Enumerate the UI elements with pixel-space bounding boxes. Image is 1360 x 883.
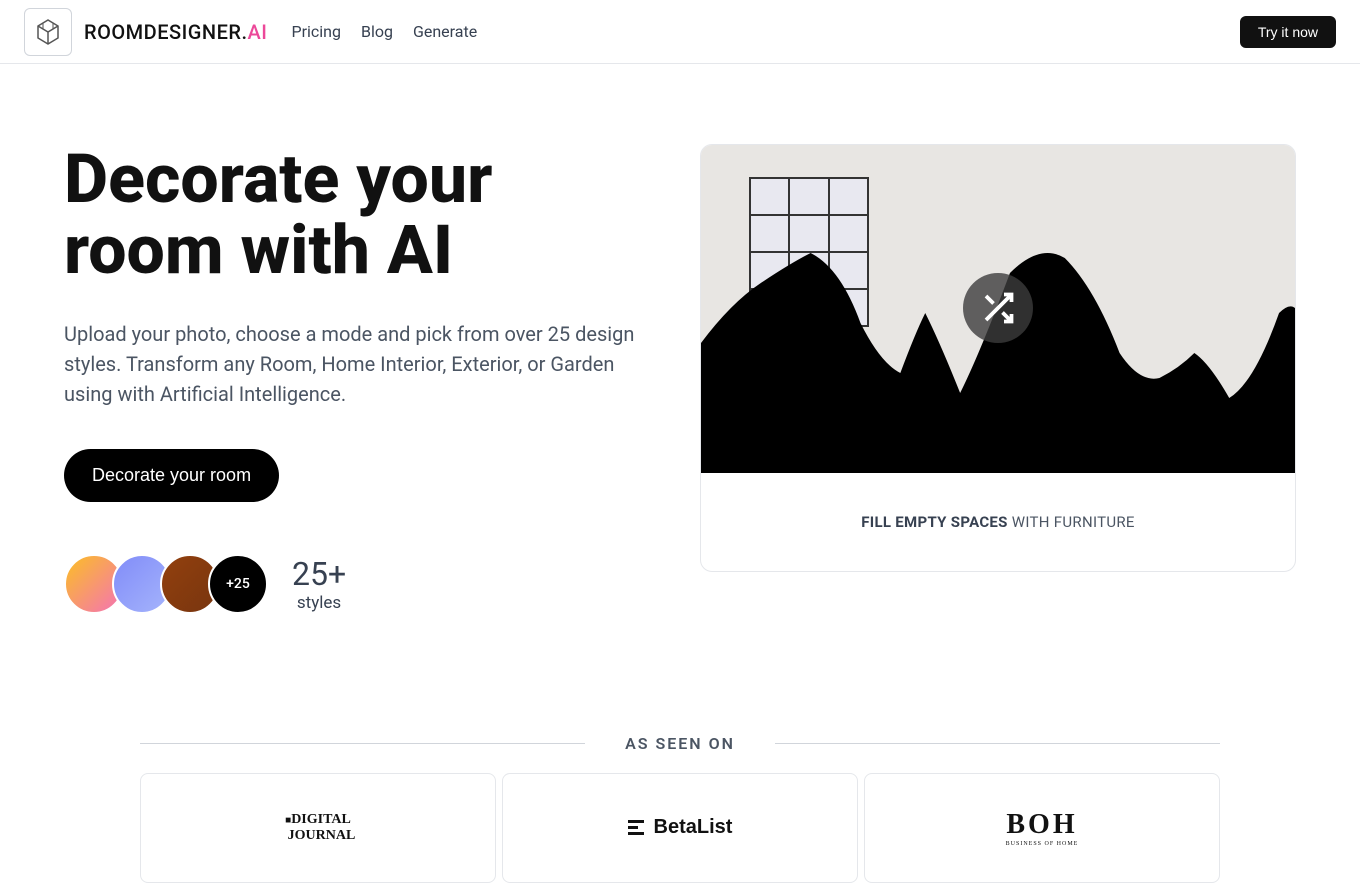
- styles-number: 25+: [292, 555, 346, 593]
- nav-link-generate[interactable]: Generate: [413, 22, 477, 41]
- as-seen-label: AS SEEN ON: [625, 734, 735, 753]
- caption-bold: FILL EMPTY SPACES: [861, 513, 1007, 531]
- brand-text: ROOMDESIGNER.: [84, 20, 248, 44]
- nav-links: Pricing Blog Generate: [291, 22, 477, 41]
- overlay-silhouette: [701, 213, 1295, 473]
- hero-subtitle: Upload your photo, choose a mode and pic…: [64, 319, 640, 409]
- try-it-now-button[interactable]: Try it now: [1240, 16, 1336, 48]
- caption-rest: WITH FURNITURE: [1008, 513, 1135, 531]
- press-logo-boh[interactable]: BOH BUSINESS OF HOME: [864, 773, 1220, 883]
- press-logo-betalist[interactable]: BetaList: [502, 773, 858, 883]
- hero-title: Decorate your room with AI: [64, 144, 640, 287]
- styles-text: 25+ styles: [292, 555, 346, 613]
- hero-left: Decorate your room with AI Upload your p…: [64, 144, 640, 614]
- preview-image: [701, 145, 1295, 473]
- boh-subtitle: BUSINESS OF HOME: [1006, 841, 1079, 847]
- logo-icon: [24, 8, 72, 56]
- preview-card: FILL EMPTY SPACES WITH FURNITURE: [700, 144, 1296, 572]
- betalist-icon: [628, 820, 644, 835]
- as-seen-section: AS SEEN ON ■DIGITAL JOURNAL BetaList BOH…: [70, 734, 1290, 883]
- hero-section: Decorate your room with AI Upload your p…: [0, 64, 1360, 654]
- styles-section: +25 25+ styles: [64, 554, 640, 614]
- divider-line-left: [140, 743, 585, 744]
- style-avatars: +25: [64, 554, 268, 614]
- divider-line-right: [775, 743, 1220, 744]
- brand-suffix: AI: [248, 20, 268, 44]
- shuffle-icon[interactable]: [963, 273, 1033, 343]
- nav-link-pricing[interactable]: Pricing: [291, 22, 341, 41]
- styles-label: styles: [292, 593, 346, 613]
- style-count-badge: +25: [208, 554, 268, 614]
- nav-link-blog[interactable]: Blog: [361, 22, 393, 41]
- hero-right: FILL EMPTY SPACES WITH FURNITURE: [700, 144, 1296, 614]
- press-logo-digital-journal[interactable]: ■DIGITAL JOURNAL: [140, 773, 496, 883]
- brand-name: ROOMDESIGNER.AI: [84, 20, 267, 44]
- decorate-room-button[interactable]: Decorate your room: [64, 449, 279, 502]
- as-seen-divider: AS SEEN ON: [140, 734, 1220, 753]
- preview-caption: FILL EMPTY SPACES WITH FURNITURE: [701, 473, 1295, 571]
- betalist-text: BetaList: [654, 816, 733, 839]
- press-logos-row: ■DIGITAL JOURNAL BetaList BOH BUSINESS O…: [140, 773, 1220, 883]
- boh-text: BOH: [1006, 809, 1079, 841]
- navbar: ROOMDESIGNER.AI Pricing Blog Generate Tr…: [0, 0, 1360, 64]
- logo-section[interactable]: ROOMDESIGNER.AI: [24, 8, 267, 56]
